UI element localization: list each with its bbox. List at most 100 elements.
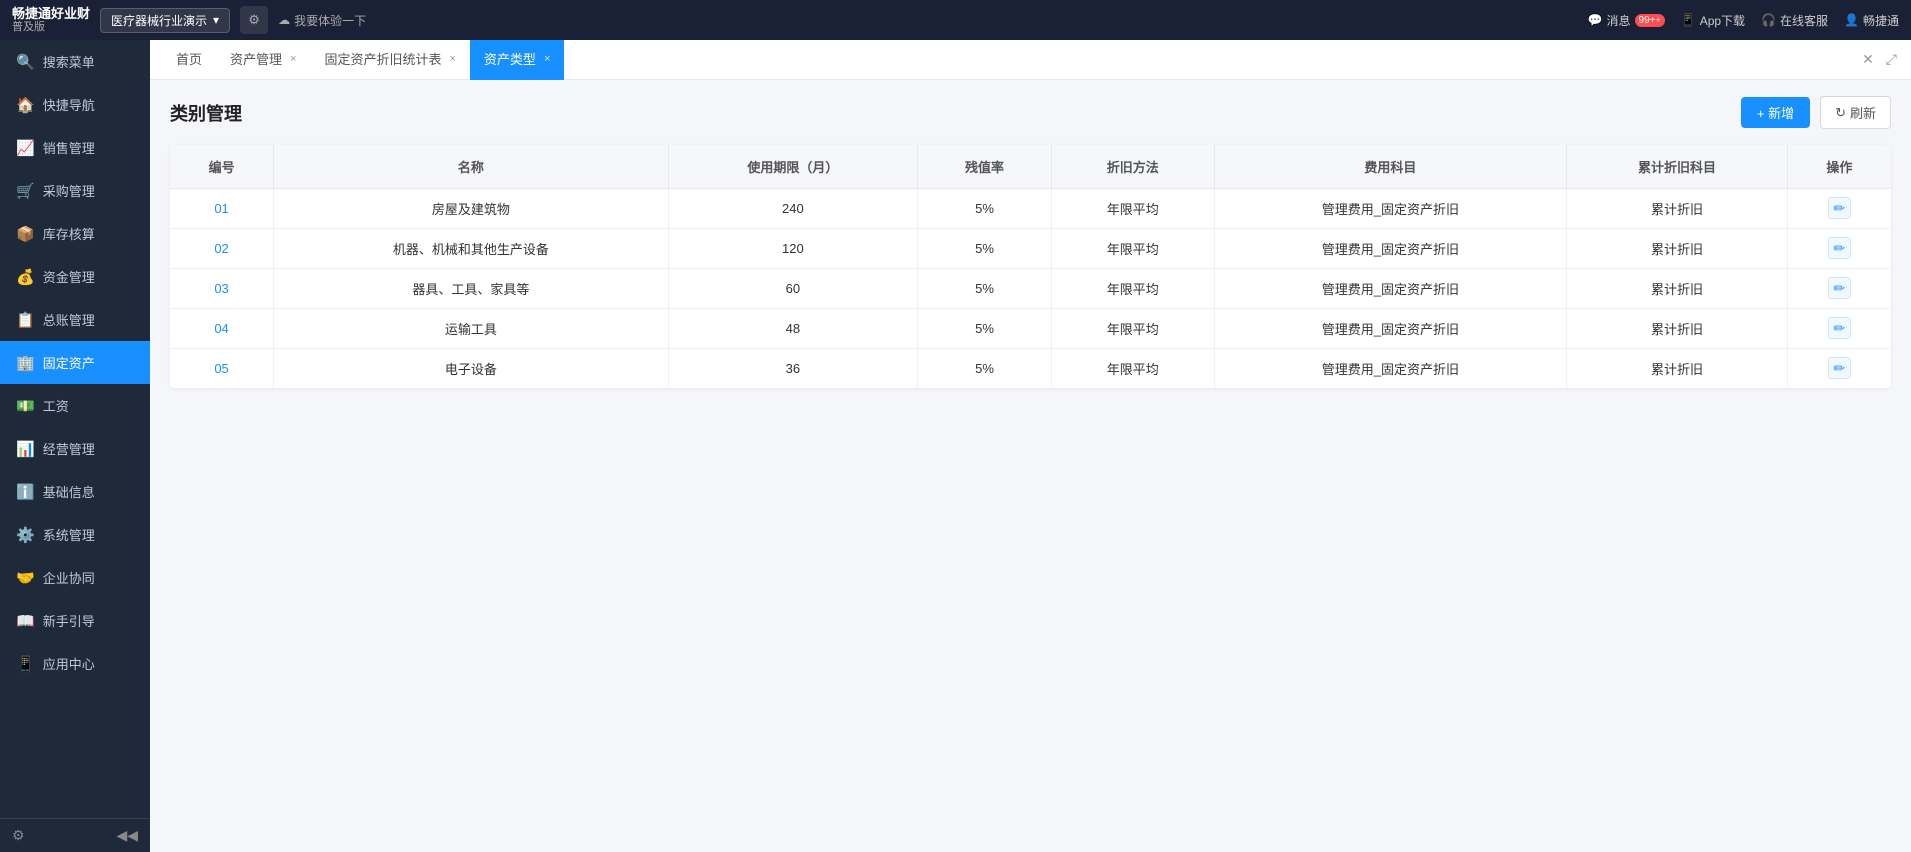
basic-info-icon: ℹ️ [16,483,35,501]
sidebar-item-management[interactable]: 📊 经营管理 [0,427,150,470]
purchase-icon: 🛒 [16,182,35,200]
col-header-name: 名称 [274,145,668,189]
experience-button[interactable]: ☁ 我要体验一下 [278,12,366,29]
cell-use-period: 60 [668,269,918,309]
home-icon: 🏠 [16,96,35,114]
tab-asset-mgmt[interactable]: 资产管理 × [216,40,310,80]
sidebar-item-system[interactable]: ⚙️ 系统管理 [0,513,150,556]
sidebar-label-sales: 销售管理 [43,138,95,157]
tab-bar-right: ✕ ⤢ [1860,49,1899,70]
sidebar-item-search[interactable]: 🔍 搜索菜单 [0,40,150,83]
table-row: 05 电子设备 36 5% 年限平均 管理费用_固定资产折旧 累计折旧 ✏ [170,349,1891,389]
cell-use-period: 48 [668,309,918,349]
sidebar-bottom: ⚙ ◀◀ [0,818,150,852]
sidebar-label-inventory: 库存核算 [43,224,95,243]
cell-depreciation-method: 年限平均 [1051,349,1214,389]
cell-use-period: 240 [668,189,918,229]
add-button[interactable]: + 新增 [1741,97,1810,128]
sidebar-item-quick-nav[interactable]: 🏠 快捷导航 [0,83,150,126]
tab-depreciation-close[interactable]: × [449,53,455,65]
message-item[interactable]: 💬 消息 99++ [1588,12,1665,29]
online-service-item[interactable]: 🎧 在线客服 [1761,12,1828,29]
cooperation-icon: 🤝 [16,569,35,587]
cell-code: 03 [170,269,274,309]
col-header-code: 编号 [170,145,274,189]
sidebar-item-payroll[interactable]: 💵 工资 [0,384,150,427]
fixed-assets-icon: 🏢 [16,354,35,372]
sidebar-label-system: 系统管理 [43,525,95,544]
guide-icon: 📖 [16,612,35,630]
table-row: 02 机器、机械和其他生产设备 120 5% 年限平均 管理费用_固定资产折旧 … [170,229,1891,269]
app-logo: 畅捷通好业财 普及版 [12,6,90,35]
gear-icon: ⚙ [248,12,260,28]
sidebar-item-app-center[interactable]: 📱 应用中心 [0,642,150,685]
management-icon: 📊 [16,440,35,458]
user-icon: 👤 [1844,13,1859,27]
sidebar-item-fixed-assets[interactable]: 🏢 固定资产 [0,341,150,384]
service-icon: 🎧 [1761,13,1776,27]
edit-button[interactable]: ✏ [1828,277,1852,299]
sidebar-item-cooperation[interactable]: 🤝 企业协同 [0,556,150,599]
user-item[interactable]: 👤 畅捷通 [1844,12,1899,29]
collapse-icon[interactable]: ◀◀ [116,827,138,844]
tab-asset-type-close[interactable]: × [544,53,550,65]
tab-depreciation-table[interactable]: 固定资产折旧统计表 × [310,40,469,80]
content-area: 首页 资产管理 × 固定资产折旧统计表 × 资产类型 × ✕ ⤢ 类别管理 [150,40,1911,852]
online-service-label: 在线客服 [1780,12,1828,29]
payroll-icon: 💵 [16,397,35,415]
sidebar-label-search: 搜索菜单 [43,52,95,71]
edit-button[interactable]: ✏ [1828,317,1852,339]
cell-operation: ✏ [1787,269,1891,309]
sidebar-label-app-center: 应用中心 [43,654,95,673]
col-header-residual-rate: 残值率 [918,145,1052,189]
sidebar-label-purchase: 采购管理 [43,181,95,200]
sidebar-item-sales[interactable]: 📈 销售管理 [0,126,150,169]
experience-label: 我要体验一下 [294,12,366,29]
cell-name: 运输工具 [274,309,668,349]
edit-button[interactable]: ✏ [1828,357,1852,379]
edit-button[interactable]: ✏ [1828,237,1852,259]
tab-asset-mgmt-close[interactable]: × [290,53,296,65]
edit-button[interactable]: ✏ [1828,197,1852,219]
table-row: 03 器具、工具、家具等 60 5% 年限平均 管理费用_固定资产折旧 累计折旧… [170,269,1891,309]
sidebar-label-management: 经营管理 [43,439,95,458]
cell-expense-subject: 管理费用_固定资产折旧 [1214,229,1567,269]
refresh-label: 刷新 [1850,103,1876,122]
col-header-expense-subject: 费用科目 [1214,145,1567,189]
tab-home[interactable]: 首页 [162,40,216,80]
refresh-icon: ↻ [1835,105,1846,121]
col-header-use-period: 使用期限（月） [668,145,918,189]
refresh-button[interactable]: ↻ 刷新 [1820,96,1891,129]
ledger-icon: 📋 [16,311,35,329]
col-header-accum-depreciation: 累计折旧科目 [1567,145,1788,189]
sidebar-item-purchase[interactable]: 🛒 采购管理 [0,169,150,212]
sidebar-item-capital[interactable]: 💰 资金管理 [0,255,150,298]
cell-residual-rate: 5% [918,189,1052,229]
system-icon: ⚙️ [16,526,35,544]
sidebar-item-ledger[interactable]: 📋 总账管理 [0,298,150,341]
sidebar-item-basic-info[interactable]: ℹ️ 基础信息 [0,470,150,513]
cell-residual-rate: 5% [918,269,1052,309]
cell-expense-subject: 管理费用_固定资产折旧 [1214,349,1567,389]
close-window-icon[interactable]: ✕ [1860,49,1876,70]
page-title: 类别管理 [170,100,242,126]
settings-bottom-icon[interactable]: ⚙ [12,827,25,844]
cell-depreciation-method: 年限平均 [1051,189,1214,229]
maximize-icon[interactable]: ⤢ [1884,49,1899,70]
settings-button[interactable]: ⚙ [240,6,268,34]
app-download-item[interactable]: 📱 App下载 [1681,12,1745,29]
tab-bar: 首页 资产管理 × 固定资产折旧统计表 × 资产类型 × ✕ ⤢ [150,40,1911,80]
category-table: 编号 名称 使用期限（月） 残值率 折旧方法 费用科目 累计折旧科目 操作 01… [170,145,1891,388]
search-icon: 🔍 [16,53,35,71]
sidebar-label-fixed-assets: 固定资产 [43,353,95,372]
cell-name: 房屋及建筑物 [274,189,668,229]
cell-name: 器具、工具、家具等 [274,269,668,309]
sidebar-item-inventory[interactable]: 📦 库存核算 [0,212,150,255]
tab-asset-type[interactable]: 资产类型 × [470,40,564,80]
app-center-icon: 📱 [16,655,35,673]
capital-icon: 💰 [16,268,35,286]
sidebar-item-guide[interactable]: 📖 新手引导 [0,599,150,642]
top-bar-left: 畅捷通好业财 普及版 医疗器械行业演示 ▾ ⚙ ☁ 我要体验一下 [12,6,366,35]
demo-selector[interactable]: 医疗器械行业演示 ▾ [100,8,230,33]
cell-expense-subject: 管理费用_固定资产折旧 [1214,269,1567,309]
